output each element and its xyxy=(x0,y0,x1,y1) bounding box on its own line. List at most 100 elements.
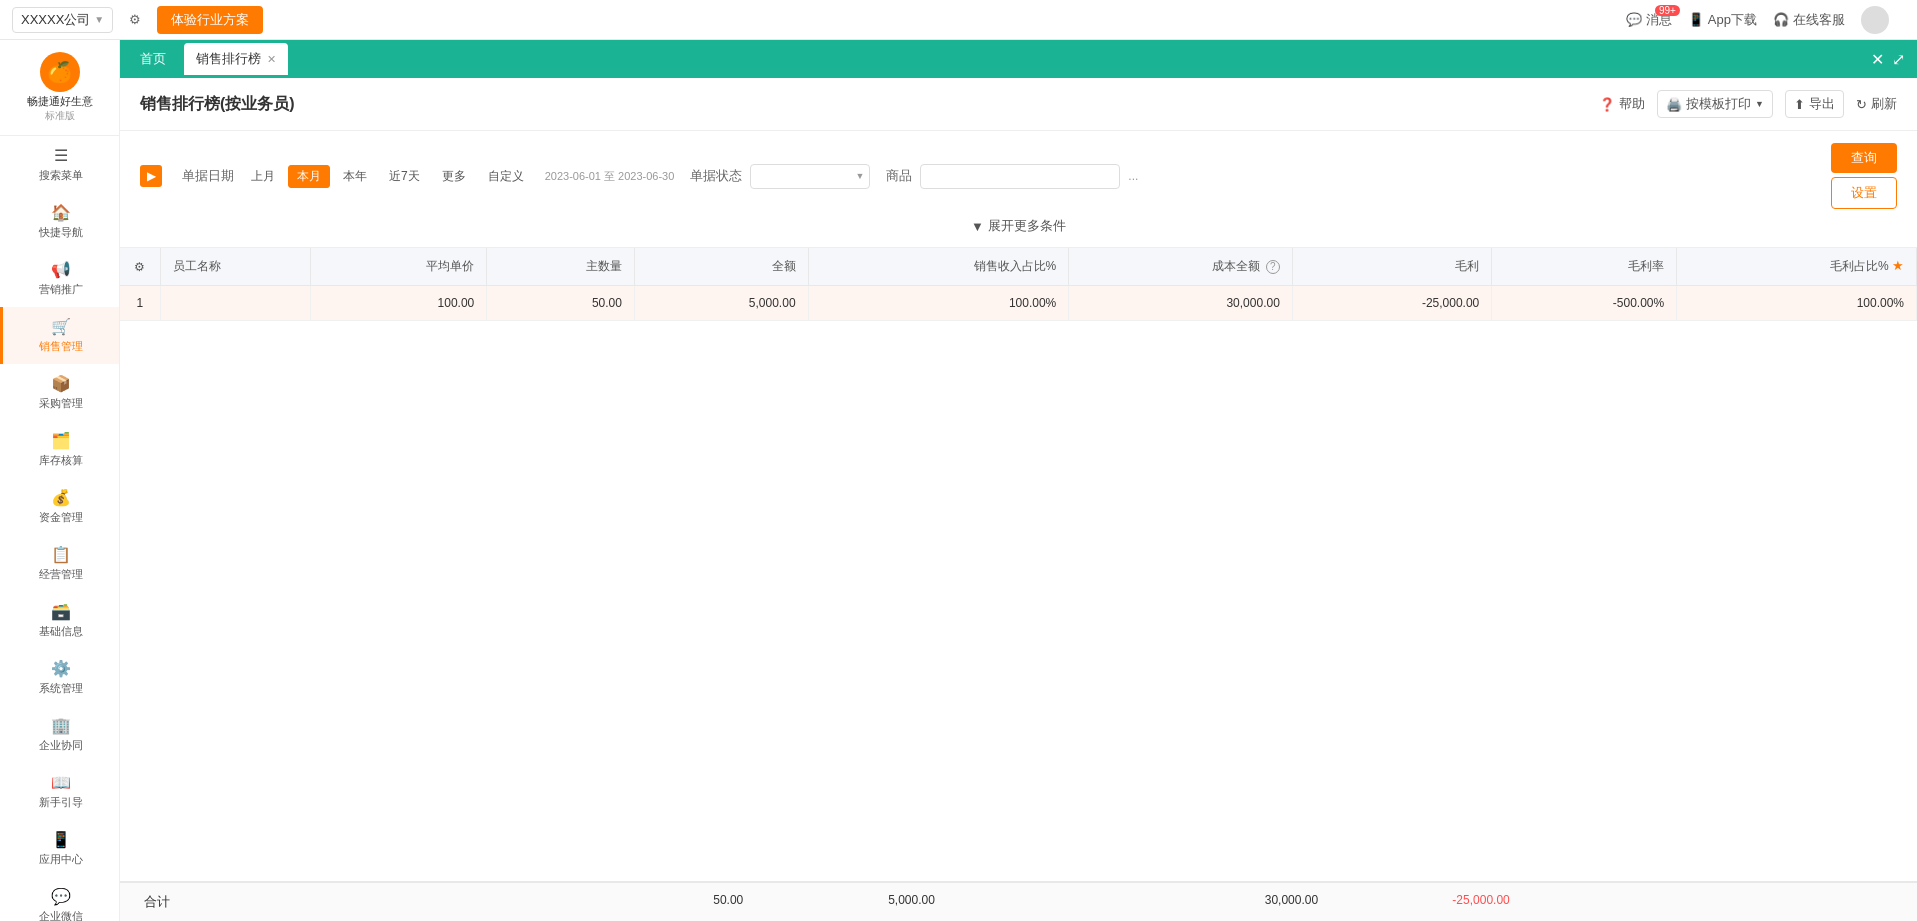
date-btn-7days[interactable]: 近7天 xyxy=(380,165,429,188)
sidebar-label-inventory: 库存核算 xyxy=(39,453,83,468)
help-icon: ❓ xyxy=(1599,97,1615,112)
download-icon: 📱 xyxy=(1688,12,1704,27)
sidebar-label-weixin: 企业微信 xyxy=(39,909,83,921)
cell-avg-price: 100.00 xyxy=(310,286,487,321)
refresh-button[interactable]: ↻ 刷新 xyxy=(1856,95,1897,113)
inventory-icon: 🗂️ xyxy=(51,431,71,450)
online-service-label: 在线客服 xyxy=(1793,11,1845,29)
sidebar-label-enterprise: 企业协同 xyxy=(39,738,83,753)
date-btn-this-year[interactable]: 本年 xyxy=(334,165,376,188)
cell-amount: 5,000.00 xyxy=(634,286,808,321)
cell-qty: 50.00 xyxy=(487,286,635,321)
cell-rank: 1 xyxy=(120,286,160,321)
filter-settings-button[interactable]: 设置 xyxy=(1831,177,1897,209)
sidebar-item-weixin[interactable]: 💬 企业微信 xyxy=(0,877,119,921)
col-header-sales-pct: 销售收入占比% xyxy=(808,248,1069,286)
footer-profit-pct xyxy=(1713,893,1905,911)
date-btn-more[interactable]: 更多 xyxy=(433,165,475,188)
footer-qty: 50.00 xyxy=(564,893,756,911)
export-icon: ⬆ xyxy=(1794,97,1805,112)
sidebar-item-guide[interactable]: 📖 新手引导 xyxy=(0,763,119,820)
settings-icon[interactable]: ⚙ xyxy=(121,6,149,34)
template-print-button[interactable]: 🖨️ 按模板打印 ▼ xyxy=(1657,90,1773,118)
template-print-label: 按模板打印 xyxy=(1686,95,1751,113)
basic-info-icon: 🗃️ xyxy=(51,602,71,621)
col-header-avg-price: 平均单价 xyxy=(310,248,487,286)
date-btn-last-month[interactable]: 上月 xyxy=(242,165,284,188)
sidebar-label-marketing: 营销推广 xyxy=(39,282,83,297)
footer-sales-pct xyxy=(947,893,1139,911)
help-button[interactable]: ❓ 帮助 xyxy=(1599,95,1645,113)
sidebar-item-sales[interactable]: 🛒 销售管理 xyxy=(0,307,119,364)
filter-expand-toggle[interactable]: ▶ xyxy=(140,165,162,187)
expand-chevron-icon: ▼ xyxy=(971,219,984,234)
sidebar-label-purchase: 采购管理 xyxy=(39,396,83,411)
enterprise-icon: 🏢 xyxy=(51,716,71,735)
cost-help-icon[interactable]: ? xyxy=(1266,260,1280,274)
sidebar-label-basic-info: 基础信息 xyxy=(39,624,83,639)
online-service-button[interactable]: 🎧 在线客服 xyxy=(1773,11,1845,29)
message-badge: 99+ xyxy=(1655,5,1680,16)
data-table: ⚙ 员工名称 平均单价 主数量 全额 销售收入占比% 成本全额 ? xyxy=(120,248,1917,321)
sidebar: 🍊 畅捷通好生意 标准版 ☰ 搜索菜单 🏠 快捷导航 📢 营销推广 🛒 销售管理… xyxy=(0,40,120,921)
col-header-qty: 主数量 xyxy=(487,248,635,286)
sidebar-item-purchase[interactable]: 📦 采购管理 xyxy=(0,364,119,421)
col-header-name: 员工名称 xyxy=(160,248,310,286)
status-select[interactable] xyxy=(750,164,870,189)
tab-home[interactable]: 首页 xyxy=(124,40,182,78)
purchase-icon: 📦 xyxy=(51,374,71,393)
page-content: 销售排行榜(按业务员) ❓ 帮助 🖨️ 按模板打印 ▼ ⬆ 导出 xyxy=(120,78,1917,921)
sidebar-item-quick-nav[interactable]: 🏠 快捷导航 xyxy=(0,193,119,250)
footer-amount: 5,000.00 xyxy=(755,893,947,911)
footer-profit-rate xyxy=(1522,893,1714,911)
app-download-button[interactable]: 📱 App下载 xyxy=(1688,11,1757,29)
tab-maximize-icon[interactable]: ⤢ xyxy=(1892,50,1905,69)
col-header-profit-pct: 毛利占比% ★ xyxy=(1677,248,1917,286)
cell-profit-rate: -500.00% xyxy=(1492,286,1677,321)
goods-input[interactable] xyxy=(920,164,1120,189)
main-layout: 🍊 畅捷通好生意 标准版 ☰ 搜索菜单 🏠 快捷导航 📢 营销推广 🛒 销售管理… xyxy=(0,40,1917,921)
tab-close-icon[interactable]: ✕ xyxy=(267,53,276,66)
expand-conditions-button[interactable]: ▼ 展开更多条件 xyxy=(140,217,1897,235)
export-label: 导出 xyxy=(1809,95,1835,113)
status-filter: 单据状态 xyxy=(690,164,870,189)
sidebar-item-inventory[interactable]: 🗂️ 库存核算 xyxy=(0,421,119,478)
sidebar-label-system: 系统管理 xyxy=(39,681,83,696)
filter-row: ▶ 单据日期 上月 本月 本年 近7天 更多 自定义 xyxy=(140,143,1897,209)
more-link[interactable]: ... xyxy=(1128,169,1138,183)
date-filter: 单据日期 上月 本月 本年 近7天 更多 自定义 2023-06-01 至 20… xyxy=(182,165,674,188)
expand-label: 展开更多条件 xyxy=(988,217,1066,235)
sidebar-item-search[interactable]: ☰ 搜索菜单 xyxy=(0,136,119,193)
trial-button[interactable]: 体验行业方案 xyxy=(157,6,263,34)
date-btn-custom[interactable]: 自定义 xyxy=(479,165,533,188)
date-filters: 上月 本月 本年 近7天 更多 自定义 xyxy=(242,165,533,188)
sidebar-item-app-center[interactable]: 📱 应用中心 xyxy=(0,820,119,877)
tab-close-all-icon[interactable]: ✕ xyxy=(1871,50,1884,69)
tab-sales-ranking[interactable]: 销售排行榜 ✕ xyxy=(184,43,288,75)
sidebar-label-guide: 新手引导 xyxy=(39,795,83,810)
company-selector[interactable]: XXXXX公司 ▼ xyxy=(12,7,113,33)
refresh-label: 刷新 xyxy=(1871,95,1897,113)
goods-filter: 商品 ... xyxy=(886,164,1138,189)
sales-icon: 🛒 xyxy=(51,317,71,336)
cell-cost: 30,000.00 xyxy=(1069,286,1293,321)
cell-profit-pct: 100.00% xyxy=(1677,286,1917,321)
avatar[interactable] xyxy=(1861,6,1889,34)
print-icon: 🖨️ xyxy=(1666,97,1682,112)
search-button[interactable]: 查询 xyxy=(1831,143,1897,173)
top-bar-right: 💬 消息 99+ 📱 App下载 🎧 在线客服 xyxy=(1626,6,1905,34)
sidebar-item-operations[interactable]: 📋 经营管理 xyxy=(0,535,119,592)
sidebar-item-marketing[interactable]: 📢 营销推广 xyxy=(0,250,119,307)
footer-cost: 30,000.00 xyxy=(1139,893,1331,911)
message-icon: 💬 xyxy=(1626,12,1642,27)
date-btn-this-month[interactable]: 本月 xyxy=(288,165,330,188)
message-button[interactable]: 💬 消息 99+ xyxy=(1626,11,1672,29)
export-button[interactable]: ⬆ 导出 xyxy=(1785,90,1844,118)
sidebar-item-finance[interactable]: 💰 资金管理 xyxy=(0,478,119,535)
sidebar-label-search: 搜索菜单 xyxy=(39,168,83,183)
table-header-row: ⚙ 员工名称 平均单价 主数量 全额 销售收入占比% 成本全额 ? xyxy=(120,248,1917,286)
sidebar-item-basic-info[interactable]: 🗃️ 基础信息 xyxy=(0,592,119,649)
search-menu-icon: ☰ xyxy=(54,146,68,165)
sidebar-item-enterprise[interactable]: 🏢 企业协同 xyxy=(0,706,119,763)
sidebar-item-system[interactable]: ⚙️ 系统管理 xyxy=(0,649,119,706)
